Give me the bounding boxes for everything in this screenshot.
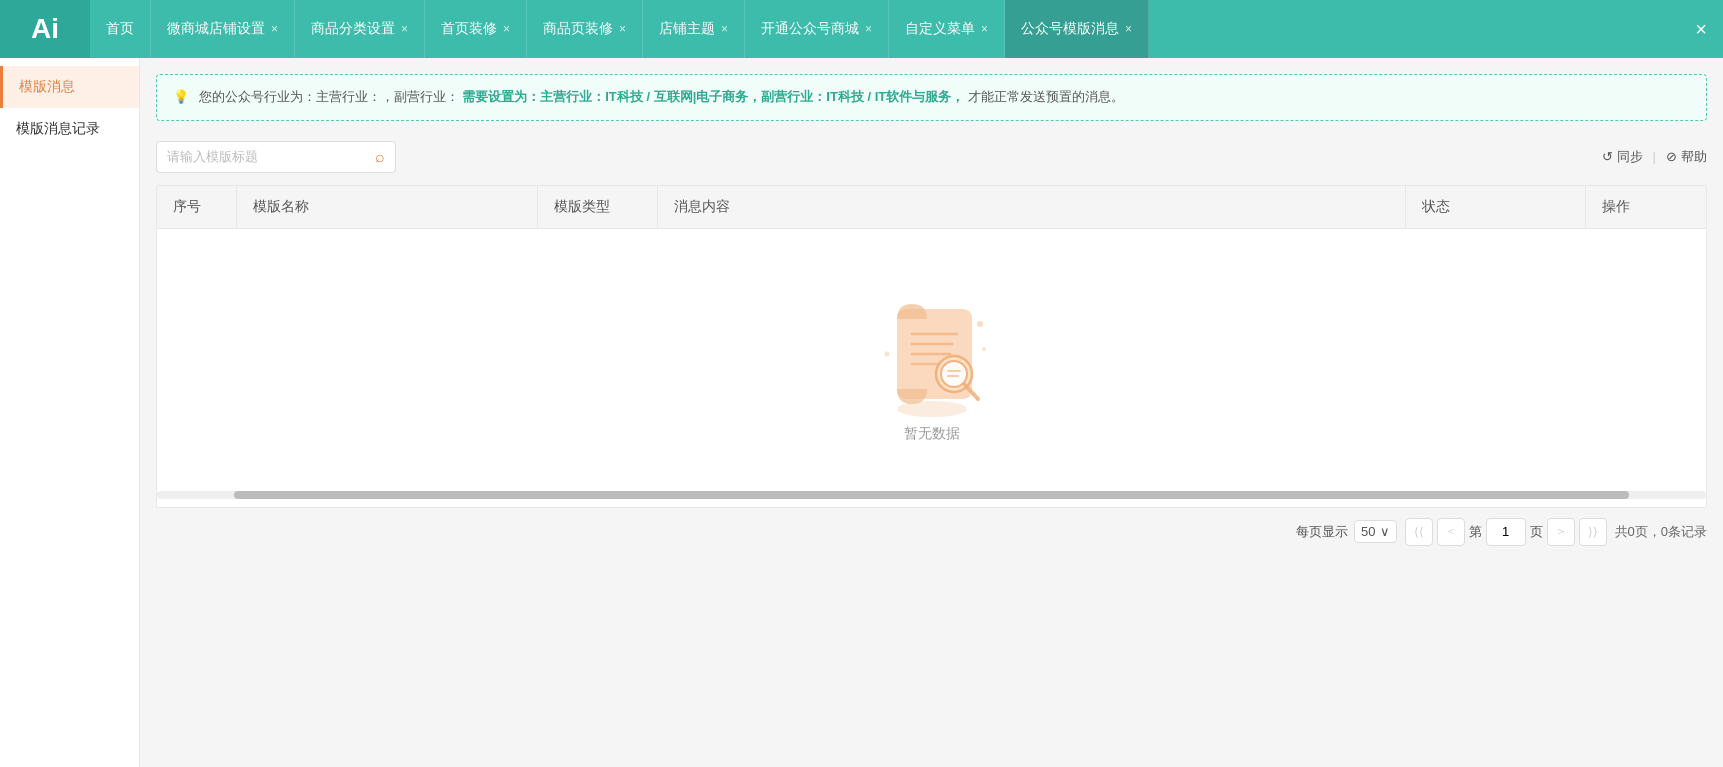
svg-point-12	[982, 347, 986, 351]
nav-tab-close-8[interactable]: ×	[1125, 22, 1132, 36]
col-header-status: 状态	[1406, 186, 1586, 228]
page-unit: 页	[1530, 523, 1543, 541]
nav-tab-3[interactable]: 首页装修×	[425, 0, 527, 58]
search-input[interactable]	[167, 149, 375, 164]
top-nav-bar: Ai 首页微商城店铺设置×商品分类设置×首页装修×商品页装修×店铺主题×开通公众…	[0, 0, 1723, 58]
close-all-tabs-button[interactable]: ×	[1679, 0, 1723, 58]
next-page-button[interactable]: ＞	[1547, 518, 1575, 546]
nav-tabs: 首页微商城店铺设置×商品分类设置×首页装修×商品页装修×店铺主题×开通公众号商城…	[90, 0, 1679, 58]
app-logo: Ai	[0, 0, 90, 58]
col-header-seq: 序号	[157, 186, 237, 228]
page-size-selector: 每页显示 50 ∨	[1296, 520, 1396, 543]
page-size-value: 50	[1361, 524, 1375, 539]
page-navigation: ⟨⟨ ＜ 第 页 ＞ ⟩⟩	[1405, 518, 1607, 546]
notice-text-after: 才能正常发送预置的消息。	[968, 89, 1124, 104]
sidebar-item-0[interactable]: 模版消息	[0, 66, 139, 108]
empty-text: 暂无数据	[904, 425, 960, 443]
nav-tab-close-1[interactable]: ×	[271, 22, 278, 36]
toolbar-divider: |	[1653, 149, 1656, 164]
col-header-action: 操作	[1586, 186, 1706, 228]
nav-tab-6[interactable]: 开通公众号商城×	[745, 0, 889, 58]
nav-tab-7[interactable]: 自定义菜单×	[889, 0, 1005, 58]
page-size-dropdown[interactable]: 50 ∨	[1354, 520, 1396, 543]
col-header-content: 消息内容	[658, 186, 1406, 228]
content-area: 💡 您的公众号行业为：主营行业：，副营行业： 需要设置为：主营行业：IT科技 /…	[140, 58, 1723, 767]
toolbar-right: ↺ 同步 | ⊘ 帮助	[1602, 148, 1707, 166]
col-header-name: 模版名称	[237, 186, 538, 228]
search-icon[interactable]: ⌕	[375, 148, 385, 166]
help-label: 帮助	[1681, 148, 1707, 166]
sync-label: 同步	[1617, 148, 1643, 166]
data-table: 序号 模版名称 模版类型 消息内容 状态 操作	[156, 185, 1707, 508]
page-number-input[interactable]	[1486, 518, 1526, 546]
main-layout: 模版消息模版消息记录 💡 您的公众号行业为：主营行业：，副营行业： 需要设置为：…	[0, 58, 1723, 767]
nav-tab-5[interactable]: 店铺主题×	[643, 0, 745, 58]
nav-tab-8[interactable]: 公众号模版消息×	[1005, 0, 1149, 58]
nav-tab-0[interactable]: 首页	[90, 0, 151, 58]
nav-tab-close-6[interactable]: ×	[865, 22, 872, 36]
nav-tab-1[interactable]: 微商城店铺设置×	[151, 0, 295, 58]
sync-button[interactable]: ↺ 同步	[1602, 148, 1643, 166]
sync-icon: ↺	[1602, 149, 1613, 164]
help-button[interactable]: ⊘ 帮助	[1666, 148, 1707, 166]
horizontal-scrollbar[interactable]	[157, 491, 1706, 499]
svg-point-6	[941, 361, 967, 387]
nav-tab-close-2[interactable]: ×	[401, 22, 408, 36]
nav-tab-close-4[interactable]: ×	[619, 22, 626, 36]
sidebar: 模版消息模版消息记录	[0, 58, 140, 767]
col-header-type: 模版类型	[538, 186, 658, 228]
dropdown-arrow-icon: ∨	[1380, 524, 1390, 539]
toolbar: ⌕ ↺ 同步 | ⊘ 帮助	[156, 141, 1707, 173]
svg-point-11	[884, 351, 889, 356]
nav-tab-close-7[interactable]: ×	[981, 22, 988, 36]
nav-tab-close-5[interactable]: ×	[721, 22, 728, 36]
scroll-thumb[interactable]	[234, 491, 1628, 499]
search-box[interactable]: ⌕	[156, 141, 396, 173]
notice-box: 💡 您的公众号行业为：主营行业：，副营行业： 需要设置为：主营行业：IT科技 /…	[156, 74, 1707, 121]
nav-tab-2[interactable]: 商品分类设置×	[295, 0, 425, 58]
notice-text-before: 您的公众号行业为：主营行业：，副营行业：	[199, 89, 459, 104]
first-page-button[interactable]: ⟨⟨	[1405, 518, 1433, 546]
svg-point-10	[977, 321, 983, 327]
nav-tab-close-3[interactable]: ×	[503, 22, 510, 36]
help-icon: ⊘	[1666, 149, 1677, 164]
last-page-button[interactable]: ⟩⟩	[1579, 518, 1607, 546]
table-header: 序号 模版名称 模版类型 消息内容 状态 操作	[157, 186, 1706, 229]
nav-tab-4[interactable]: 商品页装修×	[527, 0, 643, 58]
empty-illustration	[872, 289, 992, 409]
sidebar-item-1[interactable]: 模版消息记录	[0, 108, 139, 150]
lightbulb-icon: 💡	[173, 89, 189, 104]
pagination: 每页显示 50 ∨ ⟨⟨ ＜ 第 页 ＞ ⟩⟩ 共0页，0条记录	[156, 508, 1707, 550]
empty-state: 暂无数据	[157, 229, 1706, 483]
page-label: 第	[1469, 523, 1482, 541]
page-size-label: 每页显示	[1296, 523, 1348, 541]
page-total: 共0页，0条记录	[1615, 523, 1707, 541]
notice-text-highlight: 需要设置为：主营行业：IT科技 / 互联网|电子商务，副营行业：IT科技 / I…	[462, 89, 964, 104]
prev-page-button[interactable]: ＜	[1437, 518, 1465, 546]
